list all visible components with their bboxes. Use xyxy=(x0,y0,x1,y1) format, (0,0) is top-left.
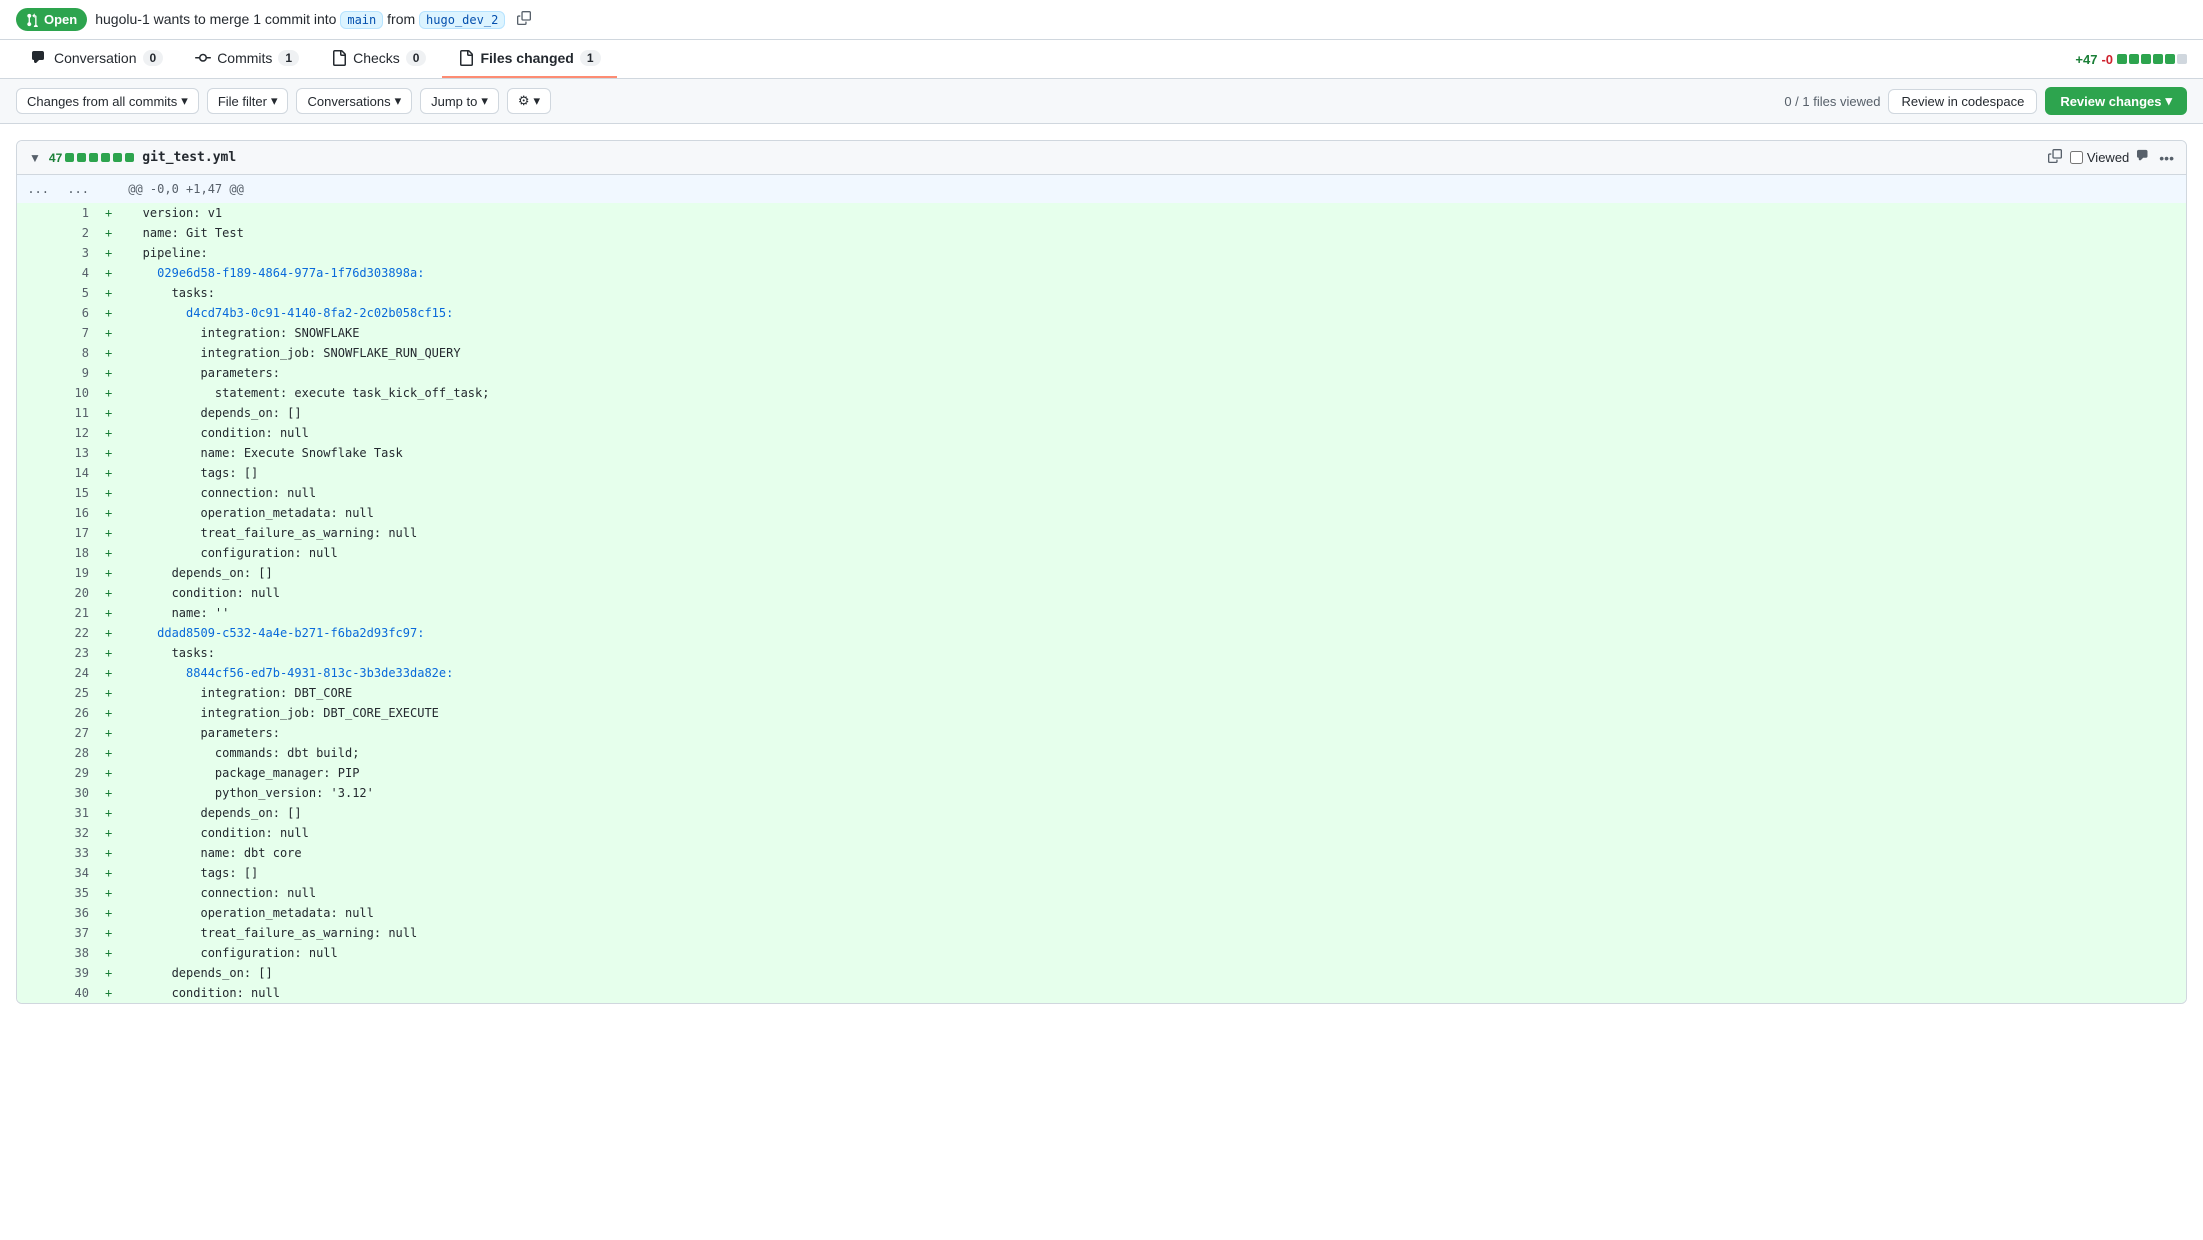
diff-count-block-2 xyxy=(77,153,86,162)
pr-description: hugolu-1 wants to merge 1 commit into ma… xyxy=(95,11,505,29)
diff-line-37: 37 + treat_failure_as_warning: null xyxy=(17,923,2186,943)
diff-line-32: 32 + condition: null xyxy=(17,823,2186,843)
diff-line-1: 1 + version: v1 xyxy=(17,203,2186,223)
diff-count-block-5 xyxy=(113,153,122,162)
diff-line-22: 22 + ddad8509-c532-4a4e-b271-f6ba2d93fc9… xyxy=(17,623,2186,643)
diff-count-block-3 xyxy=(89,153,98,162)
changes-from-btn[interactable]: Changes from all commits ▾ xyxy=(16,88,199,114)
diff-line-9: 9 + parameters: xyxy=(17,363,2186,383)
diff-line-14: 14 + tags: [] xyxy=(17,463,2186,483)
diff-line-33: 33 + name: dbt core xyxy=(17,843,2186,863)
more-options-icon[interactable]: ••• xyxy=(2159,150,2174,166)
tab-bar: Conversation 0 Commits 1 Checks 0 Files … xyxy=(0,40,2203,79)
tab-conversation[interactable]: Conversation 0 xyxy=(16,40,179,78)
top-bar: Open hugolu-1 wants to merge 1 commit in… xyxy=(0,0,2203,40)
review-changes-button[interactable]: Review changes ▾ xyxy=(2045,87,2187,115)
conversations-btn[interactable]: Conversations ▾ xyxy=(296,88,412,114)
diff-block-6 xyxy=(2177,54,2187,64)
diff-line-34: 34 + tags: [] xyxy=(17,863,2186,883)
diff-line-8: 8 + integration_job: SNOWFLAKE_RUN_QUERY xyxy=(17,343,2186,363)
diff-line-16: 16 + operation_metadata: null xyxy=(17,503,2186,523)
diff-line-21: 21 + name: '' xyxy=(17,603,2186,623)
diff-line-38: 38 + configuration: null xyxy=(17,943,2186,963)
diff-line-15: 15 + connection: null xyxy=(17,483,2186,503)
diff-line-17: 17 + treat_failure_as_warning: null xyxy=(17,523,2186,543)
files-viewed-count: 0 / 1 files viewed xyxy=(1784,94,1880,109)
expand-file-icon[interactable]: ▼ xyxy=(29,151,41,165)
diff-line-13: 13 + name: Execute Snowflake Task xyxy=(17,443,2186,463)
comment-icon[interactable] xyxy=(2137,149,2151,166)
chevron-down-icon: ▾ xyxy=(534,93,541,109)
chevron-down-icon: ▾ xyxy=(271,93,278,109)
diff-filename: git_test.yml xyxy=(142,150,2040,165)
diff-line-18: 18 + configuration: null xyxy=(17,543,2186,563)
diff-line-20: 20 + condition: null xyxy=(17,583,2186,603)
diff-count-block-6 xyxy=(125,153,134,162)
diff-block-1 xyxy=(2117,54,2127,64)
head-branch[interactable]: hugo_dev_2 xyxy=(419,11,505,29)
diff-line-36: 36 + operation_metadata: null xyxy=(17,903,2186,923)
diff-line-26: 26 + integration_job: DBT_CORE_EXECUTE xyxy=(17,703,2186,723)
viewed-input[interactable] xyxy=(2070,151,2083,164)
diff-line-30: 30 + python_version: '3.12' xyxy=(17,783,2186,803)
review-codespace-button[interactable]: Review in codespace xyxy=(1888,89,2037,114)
chevron-down-icon: ▾ xyxy=(2165,93,2172,109)
tab-files-changed[interactable]: Files changed 1 xyxy=(442,40,616,78)
file-filter-btn[interactable]: File filter ▾ xyxy=(207,88,289,114)
copy-icon[interactable] xyxy=(517,11,531,28)
diff-block-3 xyxy=(2141,54,2151,64)
diff-file-header: ▼ 47 git_test.yml Viewed ••• xyxy=(17,141,2186,175)
diff-line-7: 7 + integration: SNOWFLAKE xyxy=(17,323,2186,343)
diff-line-29: 29 + package_manager: PIP xyxy=(17,763,2186,783)
hunk-header-row: ... ... @@ -0,0 +1,47 @@ xyxy=(17,175,2186,203)
pr-status-badge: Open xyxy=(16,8,87,31)
chevron-down-icon: ▾ xyxy=(181,93,188,109)
diff-add-count: 47 xyxy=(49,151,134,165)
copy-filename-icon[interactable] xyxy=(2048,149,2062,166)
tab-commits[interactable]: Commits 1 xyxy=(179,40,315,78)
diff-stat: +47 -0 xyxy=(2075,40,2187,78)
hunk-old-num: ... xyxy=(17,175,57,203)
diff-line-24: 24 + 8844cf56-ed7b-4931-813c-3b3de33da82… xyxy=(17,663,2186,683)
gear-icon: ⚙ xyxy=(518,93,530,109)
diff-line-12: 12 + condition: null xyxy=(17,423,2186,443)
diff-line-6: 6 + d4cd74b3-0c91-4140-8fa2-2c02b058cf15… xyxy=(17,303,2186,323)
diff-line-28: 28 + commands: dbt build; xyxy=(17,743,2186,763)
diff-line-35: 35 + connection: null xyxy=(17,883,2186,903)
diff-line-5: 5 + tasks: xyxy=(17,283,2186,303)
diff-block-4 xyxy=(2153,54,2163,64)
diff-line-19: 19 + depends_on: [] xyxy=(17,563,2186,583)
diff-line-25: 25 + integration: DBT_CORE xyxy=(17,683,2186,703)
diff-line-27: 27 + parameters: xyxy=(17,723,2186,743)
diff-line-40: 40 + condition: null xyxy=(17,983,2186,1003)
diff-count-block-1 xyxy=(65,153,74,162)
tab-spacer xyxy=(617,40,2076,78)
diff-line-39: 39 + depends_on: [] xyxy=(17,963,2186,983)
pr-status-label: Open xyxy=(44,12,77,27)
diff-block-2 xyxy=(2129,54,2139,64)
jump-to-btn[interactable]: Jump to ▾ xyxy=(420,88,499,114)
diff-table: ... ... @@ -0,0 +1,47 @@ 1 + version: v1… xyxy=(17,175,2186,1003)
diff-line-2: 2 + name: Git Test xyxy=(17,223,2186,243)
settings-btn[interactable]: ⚙ ▾ xyxy=(507,88,551,114)
diff-line-23: 23 + tasks: xyxy=(17,643,2186,663)
toolbar: Changes from all commits ▾ File filter ▾… xyxy=(0,79,2203,124)
viewed-checkbox[interactable]: Viewed xyxy=(2070,150,2129,165)
hunk-new-num: ... xyxy=(57,175,97,203)
diff-block-5 xyxy=(2165,54,2175,64)
base-branch[interactable]: main xyxy=(340,11,383,29)
diff-line-31: 31 + depends_on: [] xyxy=(17,803,2186,823)
diff-line-11: 11 + depends_on: [] xyxy=(17,403,2186,423)
hunk-header-content: @@ -0,0 +1,47 @@ xyxy=(120,175,2186,203)
diff-count-block-4 xyxy=(101,153,110,162)
chevron-down-icon: ▾ xyxy=(395,93,402,109)
diff-line-4: 4 + 029e6d58-f189-4864-977a-1f76d303898a… xyxy=(17,263,2186,283)
diff-container: ▼ 47 git_test.yml Viewed ••• xyxy=(16,140,2187,1004)
diff-file-actions: Viewed ••• xyxy=(2070,149,2174,166)
diff-line-3: 3 + pipeline: xyxy=(17,243,2186,263)
chevron-down-icon: ▾ xyxy=(481,93,488,109)
tab-checks[interactable]: Checks 0 xyxy=(315,40,442,78)
diff-blocks xyxy=(2117,54,2187,64)
diff-line-10: 10 + statement: execute task_kick_off_ta… xyxy=(17,383,2186,403)
